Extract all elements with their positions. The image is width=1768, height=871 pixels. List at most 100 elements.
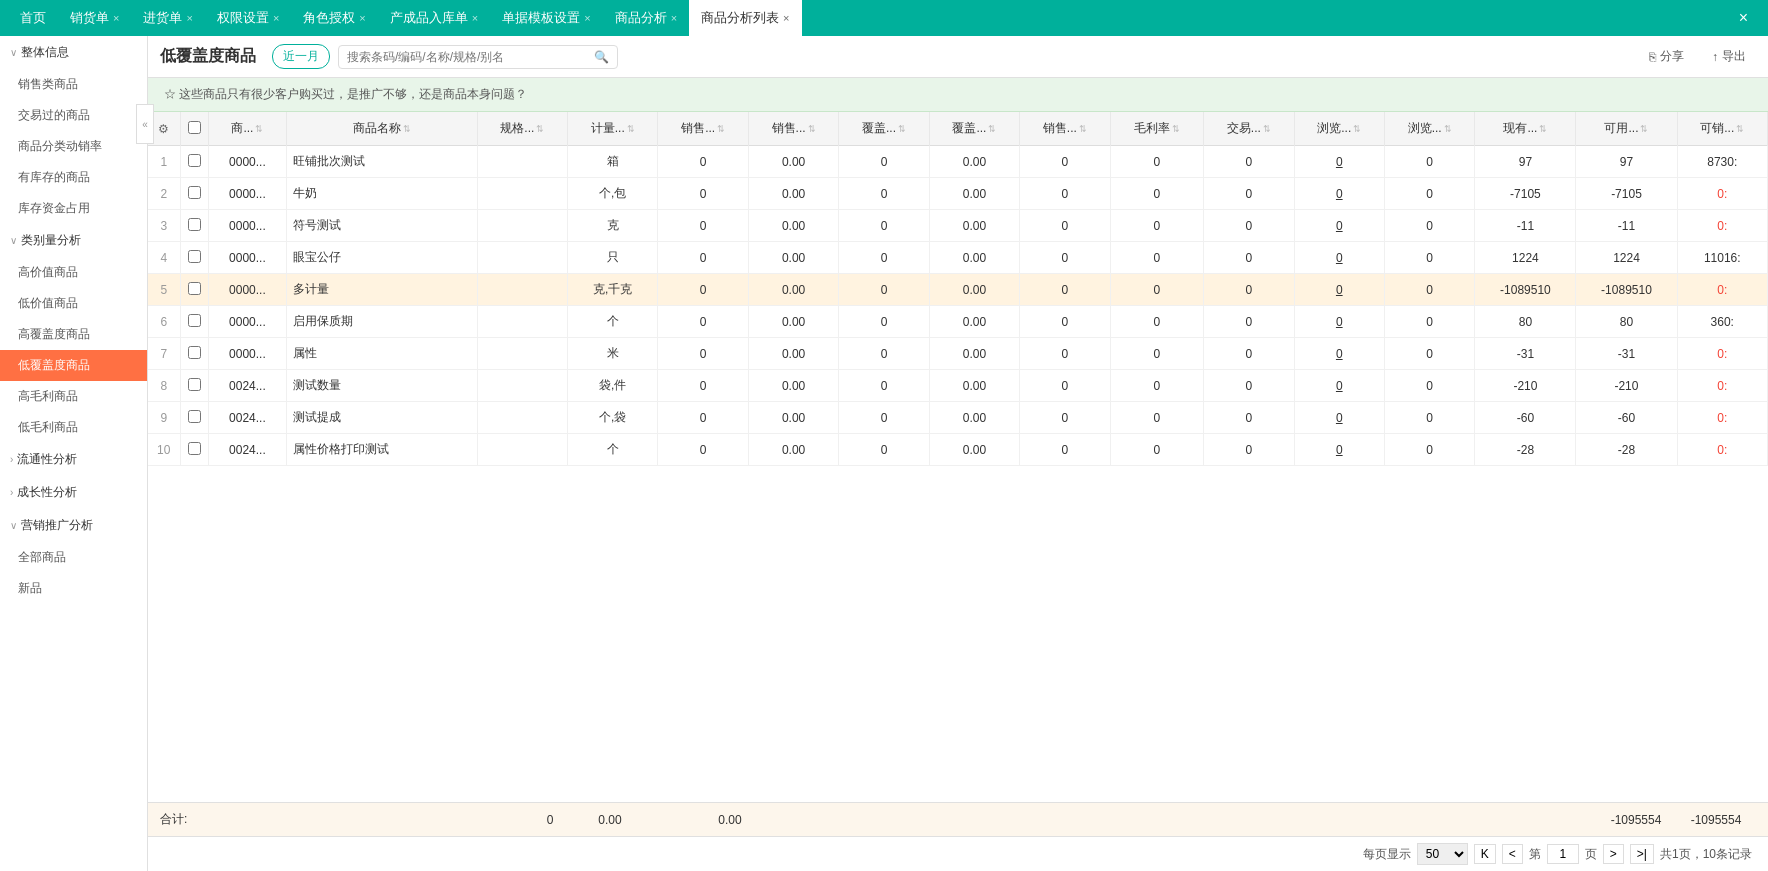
sidebar-collapse-button[interactable]: « bbox=[136, 104, 154, 144]
nav-item-purchase[interactable]: 进货单 × bbox=[131, 0, 204, 36]
cell-browse1[interactable]: 0 bbox=[1294, 146, 1384, 178]
th-available[interactable]: 可用... ⇅ bbox=[1576, 112, 1677, 146]
row-checkbox[interactable] bbox=[188, 378, 201, 391]
th-code[interactable]: 商... ⇅ bbox=[208, 112, 287, 146]
th-coverage2[interactable]: 覆盖... ⇅ bbox=[929, 112, 1019, 146]
th-sales-days[interactable]: 销售... ⇅ bbox=[1020, 112, 1110, 146]
cell-checkbox[interactable] bbox=[180, 274, 208, 306]
cell-checkbox[interactable] bbox=[180, 146, 208, 178]
sidebar-section-flow[interactable]: › 流通性分析 bbox=[0, 443, 147, 476]
next-page-button[interactable]: > bbox=[1603, 844, 1624, 864]
nav-item-roles[interactable]: 角色授权 × bbox=[291, 0, 377, 36]
row-checkbox[interactable] bbox=[188, 218, 201, 231]
sidebar-item-high-margin[interactable]: 高毛利商品 bbox=[0, 381, 147, 412]
th-unit[interactable]: 计量... ⇅ bbox=[568, 112, 658, 146]
th-coverage1[interactable]: 覆盖... ⇅ bbox=[839, 112, 929, 146]
th-checkbox[interactable] bbox=[180, 112, 208, 146]
cell-checkbox[interactable] bbox=[180, 338, 208, 370]
close-templates-icon[interactable]: × bbox=[584, 12, 590, 24]
sidebar-section-category[interactable]: ∨ 类别量分析 bbox=[0, 224, 147, 257]
row-checkbox[interactable] bbox=[188, 314, 201, 327]
sidebar-item-all-goods[interactable]: 全部商品 bbox=[0, 542, 147, 573]
row-checkbox[interactable] bbox=[188, 154, 201, 167]
cell-checkbox[interactable] bbox=[180, 210, 208, 242]
sort-stock-icon: ⇅ bbox=[1539, 124, 1547, 134]
th-browse2[interactable]: 浏览... ⇅ bbox=[1384, 112, 1474, 146]
close-products-icon[interactable]: × bbox=[472, 12, 478, 24]
cell-sales-days: 0 bbox=[1020, 370, 1110, 402]
nav-item-analysis-list[interactable]: 商品分析列表 × bbox=[689, 0, 801, 36]
table-row: 9 0024... 测试提成 个,袋 0 0.00 0 0.00 0 0 0 0… bbox=[148, 402, 1768, 434]
cell-checkbox[interactable] bbox=[180, 178, 208, 210]
nav-item-home[interactable]: 首页 bbox=[8, 0, 58, 36]
close-all-button[interactable]: × bbox=[1727, 9, 1760, 27]
per-page-select[interactable]: 50 100 200 bbox=[1417, 843, 1468, 865]
cell-checkbox[interactable] bbox=[180, 402, 208, 434]
row-checkbox[interactable] bbox=[188, 250, 201, 263]
export-button[interactable]: ↑ 导出 bbox=[1702, 44, 1756, 69]
cell-browse1[interactable]: 0 bbox=[1294, 242, 1384, 274]
close-analysis-list-icon[interactable]: × bbox=[783, 12, 789, 24]
th-current-stock[interactable]: 现有... ⇅ bbox=[1475, 112, 1576, 146]
cell-browse1[interactable]: 0 bbox=[1294, 210, 1384, 242]
row-checkbox[interactable] bbox=[188, 282, 201, 295]
th-transaction[interactable]: 交易... ⇅ bbox=[1204, 112, 1294, 146]
row-checkbox[interactable] bbox=[188, 410, 201, 423]
prev-page-button[interactable]: < bbox=[1502, 844, 1523, 864]
th-sellable[interactable]: 可销... ⇅ bbox=[1677, 112, 1768, 146]
sidebar-section-overall[interactable]: ∨ 整体信息 bbox=[0, 36, 147, 69]
filter-recent-month-button[interactable]: 近一月 bbox=[272, 44, 330, 69]
cell-browse1[interactable]: 0 bbox=[1294, 370, 1384, 402]
th-browse1[interactable]: 浏览... ⇅ bbox=[1294, 112, 1384, 146]
cell-checkbox[interactable] bbox=[180, 306, 208, 338]
close-purchase-icon[interactable]: × bbox=[186, 12, 192, 24]
th-sales-qty[interactable]: 销售... ⇅ bbox=[658, 112, 748, 146]
cell-browse1[interactable]: 0 bbox=[1294, 178, 1384, 210]
row-checkbox[interactable] bbox=[188, 186, 201, 199]
sidebar-item-low-coverage[interactable]: 低覆盖度商品 bbox=[0, 350, 147, 381]
cell-browse1[interactable]: 0 bbox=[1294, 338, 1384, 370]
th-spec[interactable]: 规格... ⇅ bbox=[477, 112, 567, 146]
nav-item-sales[interactable]: 销货单 × bbox=[58, 0, 131, 36]
first-page-button[interactable]: K bbox=[1474, 844, 1496, 864]
sidebar-item-low-value[interactable]: 低价值商品 bbox=[0, 288, 147, 319]
nav-item-analysis[interactable]: 商品分析 × bbox=[603, 0, 689, 36]
close-sales-icon[interactable]: × bbox=[113, 12, 119, 24]
cell-browse1[interactable]: 0 bbox=[1294, 434, 1384, 466]
nav-item-templates[interactable]: 单据模板设置 × bbox=[490, 0, 602, 36]
sidebar-item-new-goods[interactable]: 新品 bbox=[0, 573, 147, 604]
search-icon[interactable]: 🔍 bbox=[594, 50, 609, 64]
sidebar-item-sales-goods[interactable]: 销售类商品 bbox=[0, 69, 147, 100]
sidebar-item-traded-goods[interactable]: 交易过的商品 bbox=[0, 100, 147, 131]
cell-checkbox[interactable] bbox=[180, 434, 208, 466]
close-permissions-icon[interactable]: × bbox=[273, 12, 279, 24]
nav-item-products[interactable]: 产成品入库单 × bbox=[378, 0, 490, 36]
sidebar-item-inventory-capital[interactable]: 库存资金占用 bbox=[0, 193, 147, 224]
row-checkbox[interactable] bbox=[188, 346, 201, 359]
last-page-button[interactable]: >| bbox=[1630, 844, 1654, 864]
search-input[interactable] bbox=[347, 50, 594, 64]
sidebar-item-with-inventory[interactable]: 有库存的商品 bbox=[0, 162, 147, 193]
sidebar-section-marketing[interactable]: ∨ 营销推广分析 bbox=[0, 509, 147, 542]
select-all-checkbox[interactable] bbox=[188, 121, 201, 134]
close-analysis-icon[interactable]: × bbox=[671, 12, 677, 24]
settings-icon[interactable]: ⚙ bbox=[158, 122, 169, 136]
th-name[interactable]: 商品名称 ⇅ bbox=[287, 112, 477, 146]
share-button[interactable]: ⎘ 分享 bbox=[1639, 44, 1694, 69]
cell-browse1[interactable]: 0 bbox=[1294, 306, 1384, 338]
cell-browse1[interactable]: 0 bbox=[1294, 402, 1384, 434]
cell-browse1[interactable]: 0 bbox=[1294, 274, 1384, 306]
cell-checkbox[interactable] bbox=[180, 370, 208, 402]
close-roles-icon[interactable]: × bbox=[359, 12, 365, 24]
sidebar-item-high-value[interactable]: 高价值商品 bbox=[0, 257, 147, 288]
sidebar-item-high-coverage[interactable]: 高覆盖度商品 bbox=[0, 319, 147, 350]
sidebar-item-category-activity[interactable]: 商品分类动销率 bbox=[0, 131, 147, 162]
sidebar-section-growth[interactable]: › 成长性分析 bbox=[0, 476, 147, 509]
th-gross-margin[interactable]: 毛利率 ⇅ bbox=[1110, 112, 1204, 146]
page-number-input[interactable] bbox=[1547, 844, 1579, 864]
row-checkbox[interactable] bbox=[188, 442, 201, 455]
th-sales-amount[interactable]: 销售... ⇅ bbox=[748, 112, 838, 146]
nav-item-permissions[interactable]: 权限设置 × bbox=[205, 0, 291, 36]
cell-checkbox[interactable] bbox=[180, 242, 208, 274]
sidebar-item-low-margin[interactable]: 低毛利商品 bbox=[0, 412, 147, 443]
